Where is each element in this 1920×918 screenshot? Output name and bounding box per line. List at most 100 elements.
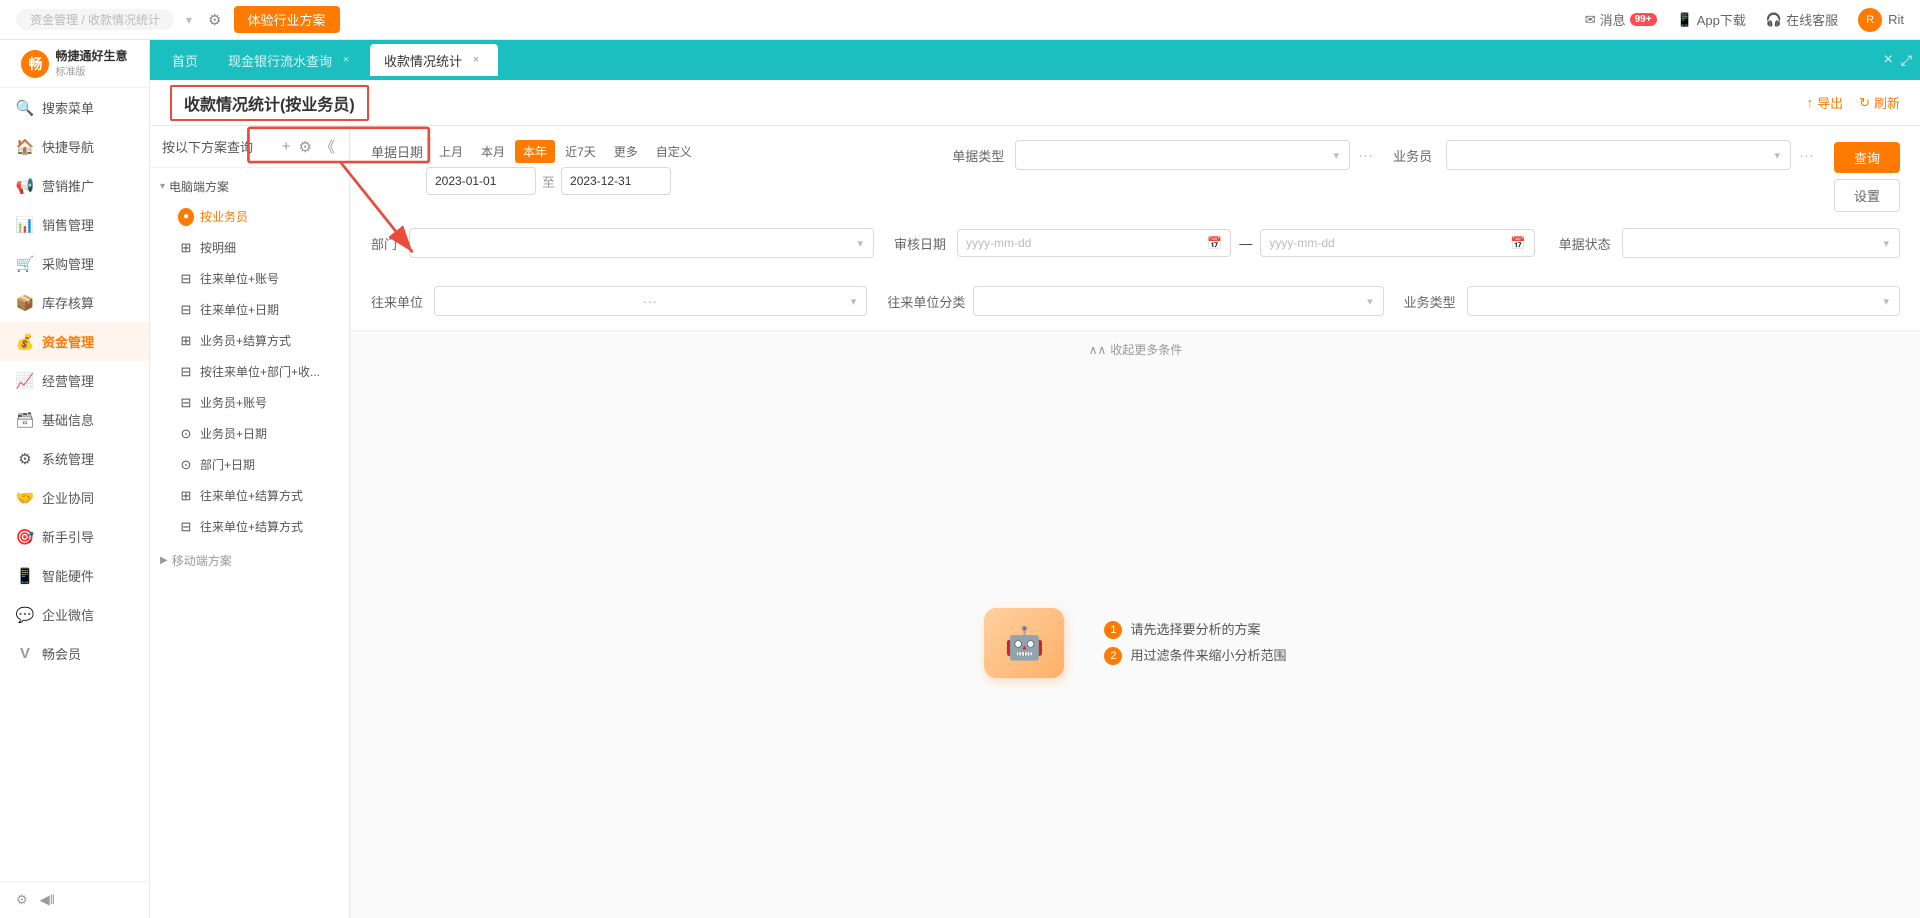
sidebar-item-wechat[interactable]: 💬 企业微信 bbox=[0, 595, 149, 634]
sidebar-item-enterprise[interactable]: 🤝 企业协同 bbox=[0, 478, 149, 517]
sidebar-nav: 🔍 搜索菜单 🏠 快捷导航 📢 营销推广 📊 销售管理 🛒 采购管理 📦 bbox=[0, 88, 149, 881]
scheme-settings-icon[interactable]: ⚙ bbox=[297, 138, 314, 156]
scheme-item-label: 按业务员 bbox=[200, 208, 248, 225]
date-tab-custom[interactable]: 自定义 bbox=[648, 140, 700, 163]
tab-home[interactable]: 首页 bbox=[158, 44, 212, 76]
sidebar-item-purchase[interactable]: 🛒 采购管理 bbox=[0, 244, 149, 283]
sidebar-item-label: 资金管理 bbox=[42, 332, 94, 351]
scheme-item-by-salesperson[interactable]: ● 按业务员 bbox=[150, 201, 349, 232]
dept-label: 部门 bbox=[371, 234, 401, 253]
sidebar-item-sales[interactable]: 📊 销售管理 bbox=[0, 205, 149, 244]
partner-more-icon[interactable]: ··· bbox=[642, 293, 657, 310]
scheme-item-dept-date[interactable]: ⊙ 部门+日期 bbox=[150, 449, 349, 480]
salesperson-more-icon[interactable]: ··· bbox=[1799, 147, 1814, 164]
salesperson-filter: 业务员 ▾ ··· bbox=[1393, 140, 1814, 170]
user-info-area[interactable]: R Rit bbox=[1858, 8, 1904, 32]
audit-to-input[interactable]: yyyy-mm-dd 📅 bbox=[1260, 229, 1534, 257]
sidebar-item-search[interactable]: 🔍 搜索菜单 bbox=[0, 88, 149, 127]
scheme-item-partner-method2[interactable]: ⊟ 往来单位+结算方式 bbox=[150, 511, 349, 542]
refresh-icon: ↻ bbox=[1859, 95, 1870, 111]
bank-flow-tab-close[interactable]: × bbox=[338, 52, 354, 68]
sidebar-item-marketing[interactable]: 📢 营销推广 bbox=[0, 166, 149, 205]
voucher-type-more-icon[interactable]: ··· bbox=[1358, 147, 1373, 164]
empty-state-area: 🤖 1 请先选择要分析的方案 2 用过滤条件来缩小分析范围 bbox=[351, 368, 1920, 918]
online-service-area[interactable]: 🎧 在线客服 bbox=[1766, 10, 1838, 29]
scheme-item-partner-date[interactable]: ⊟ 往来单位+日期 bbox=[150, 294, 349, 325]
sidebar-settings-icon[interactable]: ⚙ bbox=[16, 892, 28, 908]
tab-close-all-icon[interactable]: × bbox=[1883, 51, 1892, 69]
scheme-mobile-group-header[interactable]: ▶ 移动端方案 bbox=[150, 546, 349, 575]
scheme-item-partner-method1[interactable]: ⊞ 往来单位+结算方式 bbox=[150, 480, 349, 511]
sidebar-item-quicknav[interactable]: 🏠 快捷导航 bbox=[0, 127, 149, 166]
app-download-label: App下载 bbox=[1697, 10, 1746, 29]
query-button[interactable]: 查询 bbox=[1834, 142, 1900, 173]
voucher-status-select[interactable]: ▾ bbox=[1622, 228, 1900, 258]
sidebar-item-system[interactable]: ⚙ 系统管理 bbox=[0, 439, 149, 478]
partner-category-chevron: ▾ bbox=[1367, 295, 1373, 308]
scheme-collapse-icon[interactable]: 《 bbox=[318, 136, 337, 157]
desktop-group-arrow: ▾ bbox=[160, 181, 165, 192]
date-tab-this-year[interactable]: 本年 bbox=[515, 140, 555, 163]
scheme-item-salesperson-method[interactable]: ⊞ 业务员+结算方式 bbox=[150, 325, 349, 356]
sidebar-item-basic[interactable]: 🗃 基础信息 bbox=[0, 400, 149, 439]
refresh-button[interactable]: ↻ 刷新 bbox=[1859, 93, 1900, 112]
tab-receipt-stats[interactable]: 收款情况统计 × bbox=[370, 44, 498, 76]
try-plan-button[interactable]: 体验行业方案 bbox=[234, 6, 340, 33]
tab-bank-flow[interactable]: 现金银行流水查询 × bbox=[214, 44, 368, 76]
voucher-type-select[interactable]: ▾ bbox=[1015, 140, 1350, 170]
dept-filter: 部门 ▾ bbox=[371, 228, 874, 258]
breadcrumb-dropdown-icon[interactable]: ▾ bbox=[186, 13, 192, 27]
partner-select[interactable]: ··· ▾ bbox=[434, 286, 867, 316]
date-tab-7days[interactable]: 近7天 bbox=[557, 140, 604, 163]
sidebar-item-finance[interactable]: 💰 资金管理 bbox=[0, 322, 149, 361]
audit-date-separator: — bbox=[1239, 236, 1252, 251]
date-from-input[interactable]: 2023-01-01 bbox=[426, 167, 536, 195]
salesperson-select[interactable]: ▾ bbox=[1446, 140, 1791, 170]
audit-from-calendar-icon[interactable]: 📅 bbox=[1207, 236, 1222, 250]
sidebar-item-inventory[interactable]: 📦 库存核算 bbox=[0, 283, 149, 322]
sidebar-item-label: 销售管理 bbox=[42, 215, 94, 234]
app-download-area[interactable]: 📱 App下载 bbox=[1677, 10, 1746, 29]
date-from-value: 2023-01-01 bbox=[435, 174, 496, 188]
scheme-list: ▾ 电脑端方案 ● 按业务员 ⊞ 按明细 bbox=[150, 168, 349, 918]
scheme-item-salesperson-date[interactable]: ⊙ 业务员+日期 bbox=[150, 418, 349, 449]
empty-tip-2: 2 用过滤条件来缩小分析范围 bbox=[1104, 643, 1286, 669]
purchase-icon: 🛒 bbox=[16, 255, 34, 273]
sidebar-item-label: 畅会员 bbox=[42, 644, 81, 663]
sidebar-collapse-icon[interactable]: ◀‖ bbox=[40, 892, 55, 908]
date-tab-this-month[interactable]: 本月 bbox=[473, 140, 513, 163]
voucher-type-filter: 单据类型 ▾ ··· bbox=[952, 140, 1373, 170]
sidebar-item-operations[interactable]: 📈 经营管理 bbox=[0, 361, 149, 400]
date-tab-last-month[interactable]: 上月 bbox=[431, 140, 471, 163]
sidebar-item-smart-hw[interactable]: 📱 智能硬件 bbox=[0, 556, 149, 595]
partner-filter: 往来单位 ··· ▾ bbox=[371, 286, 867, 316]
audit-from-input[interactable]: yyyy-mm-dd 📅 bbox=[957, 229, 1231, 257]
partner-category-select[interactable]: ▾ bbox=[973, 286, 1383, 316]
sidebar-item-vip[interactable]: V 畅会员 bbox=[0, 634, 149, 673]
audit-to-calendar-icon[interactable]: 📅 bbox=[1511, 236, 1526, 250]
date-to-input[interactable]: 2023-12-31 bbox=[561, 167, 671, 195]
export-button[interactable]: ↑ 导出 bbox=[1807, 93, 1844, 112]
date-filter-top: 单据日期 上月 本月 本年 近7天 更多 自定义 bbox=[371, 140, 932, 163]
scheme-desktop-group-header[interactable]: ▾ 电脑端方案 bbox=[150, 172, 349, 201]
scheme-add-icon[interactable]: + bbox=[280, 138, 293, 155]
dept-select[interactable]: ▾ bbox=[409, 228, 874, 258]
receipt-stats-tab-close[interactable]: × bbox=[468, 52, 484, 68]
tab-expand-icon[interactable]: ⤢ bbox=[1901, 52, 1912, 69]
settings-gear-icon[interactable]: ⚙ bbox=[208, 11, 221, 29]
business-type-select[interactable]: ▾ bbox=[1467, 286, 1900, 316]
system-icon: ⚙ bbox=[16, 450, 34, 468]
scheme-item-salesperson-account[interactable]: ⊟ 业务员+账号 bbox=[150, 387, 349, 418]
scheme-item-partner-account[interactable]: ⊟ 往来单位+账号 bbox=[150, 263, 349, 294]
sidebar-item-guide[interactable]: 🎯 新手引导 bbox=[0, 517, 149, 556]
logo-sub: 标准版 bbox=[55, 63, 127, 78]
scheme-item-by-detail[interactable]: ⊞ 按明细 bbox=[150, 232, 349, 263]
tab-bar: 首页 现金银行流水查询 × 收款情况统计 × × ⤢ bbox=[150, 40, 1920, 80]
business-type-filter: 业务类型 ▾ bbox=[1404, 286, 1900, 316]
message-area[interactable]: ✉ 消息 99+ bbox=[1585, 10, 1657, 29]
settings-button[interactable]: 设置 bbox=[1834, 179, 1900, 212]
date-tab-more[interactable]: 更多 bbox=[606, 140, 646, 163]
collapse-bar[interactable]: ∧∧ 收起更多条件 bbox=[351, 330, 1920, 368]
filter-panel: 单据日期 上月 本月 本年 近7天 更多 自定义 bbox=[351, 126, 1920, 918]
scheme-item-partner-dept-receipt[interactable]: ⊟ 按往来单位+部门+收... bbox=[150, 356, 349, 387]
